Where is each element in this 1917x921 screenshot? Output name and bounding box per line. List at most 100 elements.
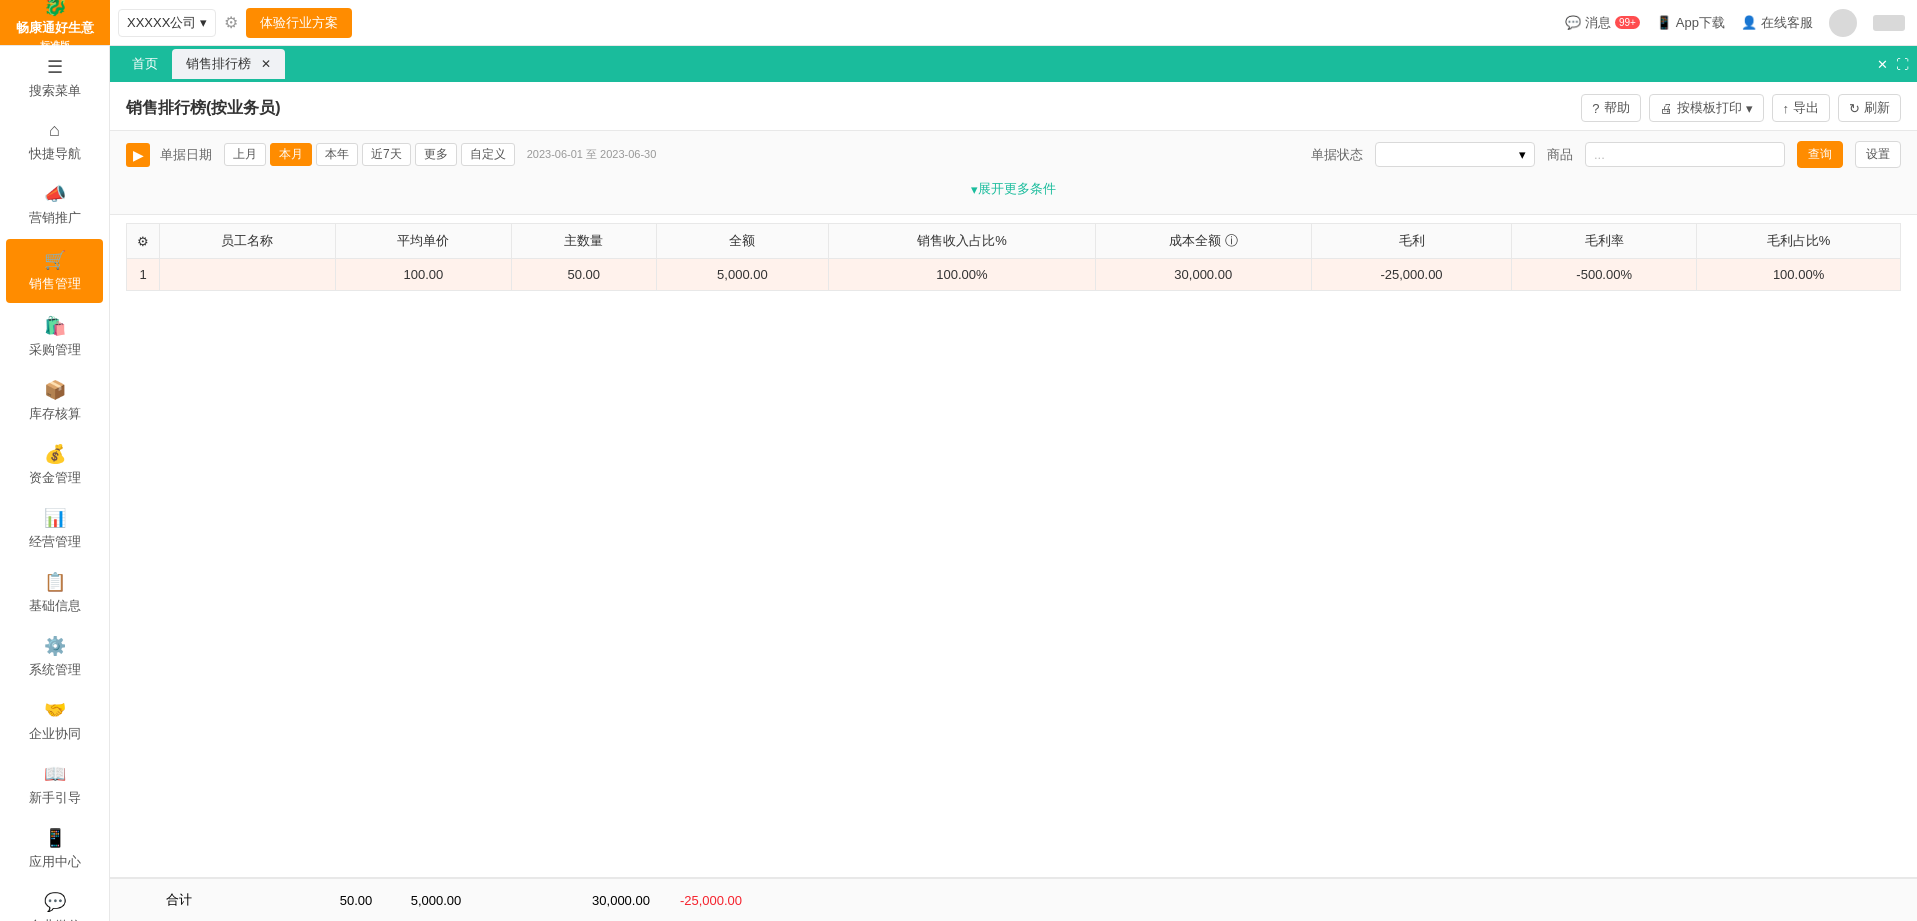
refresh-button[interactable]: ↻ 刷新 xyxy=(1838,94,1901,122)
th-sales-ratio: 销售收入占比% xyxy=(829,224,1096,259)
query-button[interactable]: 查询 xyxy=(1797,141,1843,168)
sidebar-label-finance: 资金管理 xyxy=(29,469,81,487)
cell-gross-ratio: 100.00% xyxy=(1697,259,1901,291)
filter-row-main: ▶ 单据日期 上月 本月 本年 近7天 更多 自定义 2023-06-01 至 … xyxy=(126,141,1901,168)
sidebar-label-marketing: 营销推广 xyxy=(29,209,81,227)
total-amount: 5,000.00 xyxy=(396,889,476,912)
goods-placeholder: ... xyxy=(1594,147,1776,162)
wechat-icon: 💬 xyxy=(44,891,66,913)
cell-avg-price: 100.00 xyxy=(335,259,511,291)
th-employee: 员工名称 xyxy=(160,224,336,259)
sidebar-item-appcenter[interactable]: 📱 应用中心 xyxy=(0,817,109,881)
table-row: 1 100.00 50.00 5,000.00 100.00% 30,000.0… xyxy=(127,259,1901,291)
logo-line2: 标准版 xyxy=(40,39,70,53)
main-layout: ☰ 搜索菜单 ⌂ 快捷导航 📣 营销推广 🛒 销售管理 🛍️ 采购管理 📦 库存… xyxy=(0,46,1917,921)
sidebar-item-system[interactable]: ⚙️ 系统管理 xyxy=(0,625,109,689)
table-header-row: ⚙ 员工名称 平均单价 主数量 全额 销售收入占比% 成本全额 ⓘ 毛利 毛利率… xyxy=(127,224,1901,259)
sidebar-item-management[interactable]: 📊 经营管理 xyxy=(0,497,109,561)
tab-maximize-icon[interactable]: ⛶ xyxy=(1896,57,1909,72)
th-settings: ⚙ xyxy=(127,224,160,259)
export-button[interactable]: ↑ 导出 xyxy=(1772,94,1831,122)
date-filter-group: 上月 本月 本年 近7天 更多 自定义 xyxy=(224,143,515,166)
tab-bar-right: ✕ ⛶ xyxy=(1877,57,1909,72)
tab-close-icon[interactable]: ✕ xyxy=(261,57,271,71)
sidebar-item-finance[interactable]: 💰 资金管理 xyxy=(0,433,109,497)
system-icon: ⚙️ xyxy=(44,635,66,657)
message-btn[interactable]: 💬 消息 99+ xyxy=(1565,14,1640,32)
app-download-label: App下载 xyxy=(1676,14,1725,32)
refresh-icon: ↻ xyxy=(1849,101,1860,116)
date-btn-this-year[interactable]: 本年 xyxy=(316,143,358,166)
sidebar-item-inventory[interactable]: 📦 库存核算 xyxy=(0,369,109,433)
data-table: ⚙ 员工名称 平均单价 主数量 全额 销售收入占比% 成本全额 ⓘ 毛利 毛利率… xyxy=(126,223,1901,291)
company-name: XXXXX公司 xyxy=(127,14,196,32)
status-select[interactable]: ▾ xyxy=(1375,142,1535,167)
settings-icon[interactable]: ⚙ xyxy=(224,13,238,32)
table-footer: 合计 50.00 5,000.00 30,000.00 -25,000.00 xyxy=(110,877,1917,921)
goods-label: 商品 xyxy=(1547,146,1573,164)
sidebar-label-wechat: 企业微信 xyxy=(29,917,81,921)
sidebar-label-newbie: 新手引导 xyxy=(29,789,81,807)
inventory-icon: 📦 xyxy=(44,379,66,401)
goods-input[interactable]: ... xyxy=(1585,142,1785,167)
settings-button[interactable]: 设置 xyxy=(1855,141,1901,168)
sidebar-item-purchase[interactable]: 🛍️ 采购管理 xyxy=(0,305,109,369)
sidebar-label-sales: 销售管理 xyxy=(29,275,81,293)
user-avatar[interactable] xyxy=(1829,9,1857,37)
app-download-btn[interactable]: 📱 App下载 xyxy=(1656,14,1725,32)
sidebar-item-quicknav[interactable]: ⌂ 快捷导航 xyxy=(0,110,109,173)
cell-employee xyxy=(160,259,336,291)
message-label: 消息 xyxy=(1585,14,1611,32)
filter-toggle-arrow[interactable]: ▶ xyxy=(126,143,150,167)
cell-rank: 1 xyxy=(127,259,160,291)
user-name-placeholder xyxy=(1873,15,1905,31)
date-btn-this-month[interactable]: 本月 xyxy=(270,143,312,166)
date-btn-last-month[interactable]: 上月 xyxy=(224,143,266,166)
date-btn-7days[interactable]: 近7天 xyxy=(362,143,411,166)
print-button[interactable]: 🖨 按模板打印 ▾ xyxy=(1649,94,1764,122)
purchase-icon: 🛍️ xyxy=(44,315,66,337)
service-icon: 👤 xyxy=(1741,15,1757,30)
sidebar: ☰ 搜索菜单 ⌂ 快捷导航 📣 营销推广 🛒 销售管理 🛍️ 采购管理 📦 库存… xyxy=(0,46,110,921)
logo-icon: 🐉 xyxy=(43,0,68,17)
tab-bar: 首页 销售排行榜 ✕ ✕ ⛶ xyxy=(110,46,1917,82)
date-btn-custom[interactable]: 自定义 xyxy=(461,143,515,166)
total-main-qty: 50.00 xyxy=(316,889,396,912)
help-icon: ? xyxy=(1592,101,1599,116)
status-label: 单据状态 xyxy=(1311,146,1363,164)
print-chevron-icon: ▾ xyxy=(1746,101,1753,116)
total-cost: 30,000.00 xyxy=(576,889,666,912)
trial-button[interactable]: 体验行业方案 xyxy=(246,8,352,38)
sidebar-label-management: 经营管理 xyxy=(29,533,81,551)
tab-close-window-icon[interactable]: ✕ xyxy=(1877,57,1888,72)
sidebar-item-collab[interactable]: 🤝 企业协同 xyxy=(0,689,109,753)
tab-home[interactable]: 首页 xyxy=(118,49,172,79)
page-content: 销售排行榜(按业务员) ? 帮助 🖨 按模板打印 ▾ ↑ 导出 xyxy=(110,82,1917,921)
page-header: 销售排行榜(按业务员) ? 帮助 🖨 按模板打印 ▾ ↑ 导出 xyxy=(110,82,1917,131)
online-service-btn[interactable]: 👤 在线客服 xyxy=(1741,14,1813,32)
total-label: 合计 xyxy=(156,887,236,913)
th-gross-profit: 毛利 xyxy=(1311,224,1512,259)
cell-total: 5,000.00 xyxy=(656,259,829,291)
th-main-qty: 主数量 xyxy=(511,224,656,259)
sidebar-item-basic[interactable]: 📋 基础信息 xyxy=(0,561,109,625)
sidebar-item-wechat[interactable]: 💬 企业微信 xyxy=(0,881,109,921)
logo-line1: 畅康通好生意 xyxy=(16,19,94,37)
help-button[interactable]: ? 帮助 xyxy=(1581,94,1640,122)
sidebar-item-newbie[interactable]: 📖 新手引导 xyxy=(0,753,109,817)
tab-sales-ranking[interactable]: 销售排行榜 ✕ xyxy=(172,49,285,79)
page-actions: ? 帮助 🖨 按模板打印 ▾ ↑ 导出 ↻ 刷新 xyxy=(1581,94,1901,122)
print-icon: 🖨 xyxy=(1660,101,1673,116)
sidebar-item-search[interactable]: ☰ 搜索菜单 xyxy=(0,46,109,110)
total-sales-ratio xyxy=(476,896,576,904)
expand-more-btn[interactable]: ▾ 展开更多条件 xyxy=(965,174,1062,204)
appcenter-icon: 📱 xyxy=(44,827,66,849)
date-btn-more[interactable]: 更多 xyxy=(415,143,457,166)
sidebar-item-sales[interactable]: 🛒 销售管理 xyxy=(6,239,103,303)
management-icon: 📊 xyxy=(44,507,66,529)
company-selector[interactable]: XXXXX公司 ▾ xyxy=(118,9,216,37)
sidebar-item-marketing[interactable]: 📣 营销推广 xyxy=(0,173,109,237)
online-service-label: 在线客服 xyxy=(1761,14,1813,32)
chevron-down-icon: ▾ xyxy=(200,15,207,30)
th-gross-rate: 毛利率 xyxy=(1512,224,1697,259)
